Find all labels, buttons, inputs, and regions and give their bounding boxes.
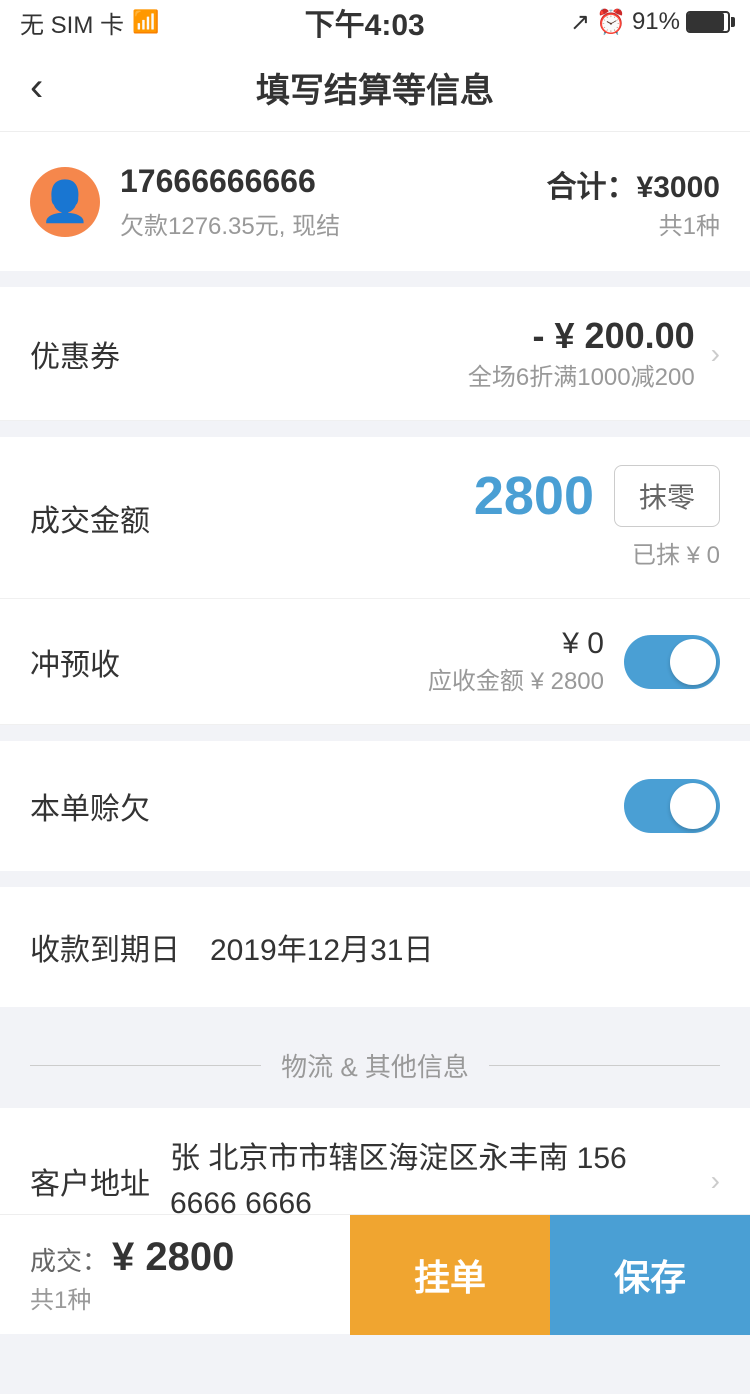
address-content: 张 北京市市辖区海淀区永丰南 156 6666 6666 xyxy=(170,1136,691,1226)
section-divider-1 xyxy=(0,421,750,437)
bottom-summary: 成交： ¥ 2800 共1种 xyxy=(0,1235,350,1315)
due-date-row: 收款到期日 2019年12月31日 xyxy=(0,887,750,1007)
customer-info: 17666666666 欠款1276.35元, 现结 xyxy=(120,163,340,241)
discount-label: 优惠券 xyxy=(30,332,120,376)
due-date-label: 收款到期日 xyxy=(30,925,180,969)
transaction-right: 2800 抹零 xyxy=(474,465,720,527)
bottom-bar: 成交： ¥ 2800 共1种 挂单 保存 xyxy=(0,1214,750,1334)
hang-button[interactable]: 挂单 xyxy=(350,1215,550,1335)
logistics-title: 物流 & 其他信息 xyxy=(281,1047,469,1084)
customer-card: 👤 17666666666 欠款1276.35元, 现结 合计：¥3000 共1… xyxy=(0,132,750,271)
customer-left: 👤 17666666666 欠款1276.35元, 现结 xyxy=(30,163,340,241)
customer-phone: 17666666666 xyxy=(120,163,340,200)
transaction-label: 成交金额 xyxy=(30,496,150,540)
customer-total: 合计：¥3000 xyxy=(547,162,720,206)
section-divider-2 xyxy=(0,725,750,741)
due-date-value: 2019年12月31日 xyxy=(210,925,433,969)
bottom-amount: ¥ 2800 xyxy=(112,1235,234,1280)
prepay-row: 冲预收 ¥ 0 应收金额 ¥ 2800 xyxy=(0,599,750,725)
main-content: 👤 17666666666 欠款1276.35元, 现结 合计：¥3000 共1… xyxy=(0,132,750,1394)
save-button[interactable]: 保存 xyxy=(550,1215,750,1335)
wifi-icon: 📶 xyxy=(132,9,159,35)
status-left: 无 SIM 卡 📶 xyxy=(20,5,159,40)
status-time: 下午4:03 xyxy=(305,0,425,44)
discount-chevron-icon: › xyxy=(711,338,720,370)
round-button[interactable]: 抹零 xyxy=(614,465,720,527)
location-icon: ↗ xyxy=(570,8,590,37)
header: ‹ 填写结算等信息 xyxy=(0,44,750,132)
sim-label: 无 SIM 卡 xyxy=(20,5,124,40)
discount-amount: - ¥ 200.00 xyxy=(468,315,695,357)
status-bar: 无 SIM 卡 📶 下午4:03 ↗ ⏰ 91% xyxy=(0,0,750,44)
battery-percent: 91% xyxy=(632,8,680,36)
debt-toggle[interactable] xyxy=(624,779,720,833)
transaction-sub: 已抹 ¥ 0 xyxy=(632,535,720,570)
discount-right: - ¥ 200.00 全场6折满1000减200 › xyxy=(468,315,720,392)
debt-label: 本单赊欠 xyxy=(30,784,150,828)
avatar-icon: 👤 xyxy=(40,178,90,225)
bottom-deal-label: 成交： xyxy=(30,1241,108,1278)
prepay-right: ¥ 0 应收金额 ¥ 2800 xyxy=(428,627,720,696)
discount-row[interactable]: 优惠券 - ¥ 200.00 全场6折满1000减200 › xyxy=(0,287,750,421)
bottom-count: 共1种 xyxy=(30,1280,320,1315)
debt-row: 本单赊欠 xyxy=(0,741,750,871)
address-label: 客户地址 xyxy=(30,1159,150,1203)
customer-count: 共1种 xyxy=(547,206,720,241)
prepay-sub: 应收金额 ¥ 2800 xyxy=(428,661,604,696)
address-chevron-icon: › xyxy=(711,1165,720,1197)
prepay-info: ¥ 0 应收金额 ¥ 2800 xyxy=(428,627,604,696)
battery-icon xyxy=(686,11,730,33)
customer-debt: 欠款1276.35元, 现结 xyxy=(120,206,340,241)
page-title: 填写结算等信息 xyxy=(256,63,494,112)
logistics-header: 物流 & 其他信息 xyxy=(0,1023,750,1108)
transaction-value: 2800 xyxy=(474,469,594,523)
logistics-line-right xyxy=(489,1065,720,1066)
alarm-icon: ⏰ xyxy=(596,8,626,37)
prepay-toggle[interactable] xyxy=(624,635,720,689)
logistics-line-left xyxy=(30,1065,261,1066)
prepay-label: 冲预收 xyxy=(30,640,120,684)
prepay-amount: ¥ 0 xyxy=(428,627,604,661)
status-right: ↗ ⏰ 91% xyxy=(570,8,730,37)
back-button[interactable]: ‹ xyxy=(20,55,53,120)
avatar: 👤 xyxy=(30,167,100,237)
customer-right: 合计：¥3000 共1种 xyxy=(547,162,720,241)
transaction-amount-row: 成交金额 2800 抹零 已抹 ¥ 0 xyxy=(0,437,750,599)
discount-desc: 全场6折满1000减200 xyxy=(468,357,695,392)
